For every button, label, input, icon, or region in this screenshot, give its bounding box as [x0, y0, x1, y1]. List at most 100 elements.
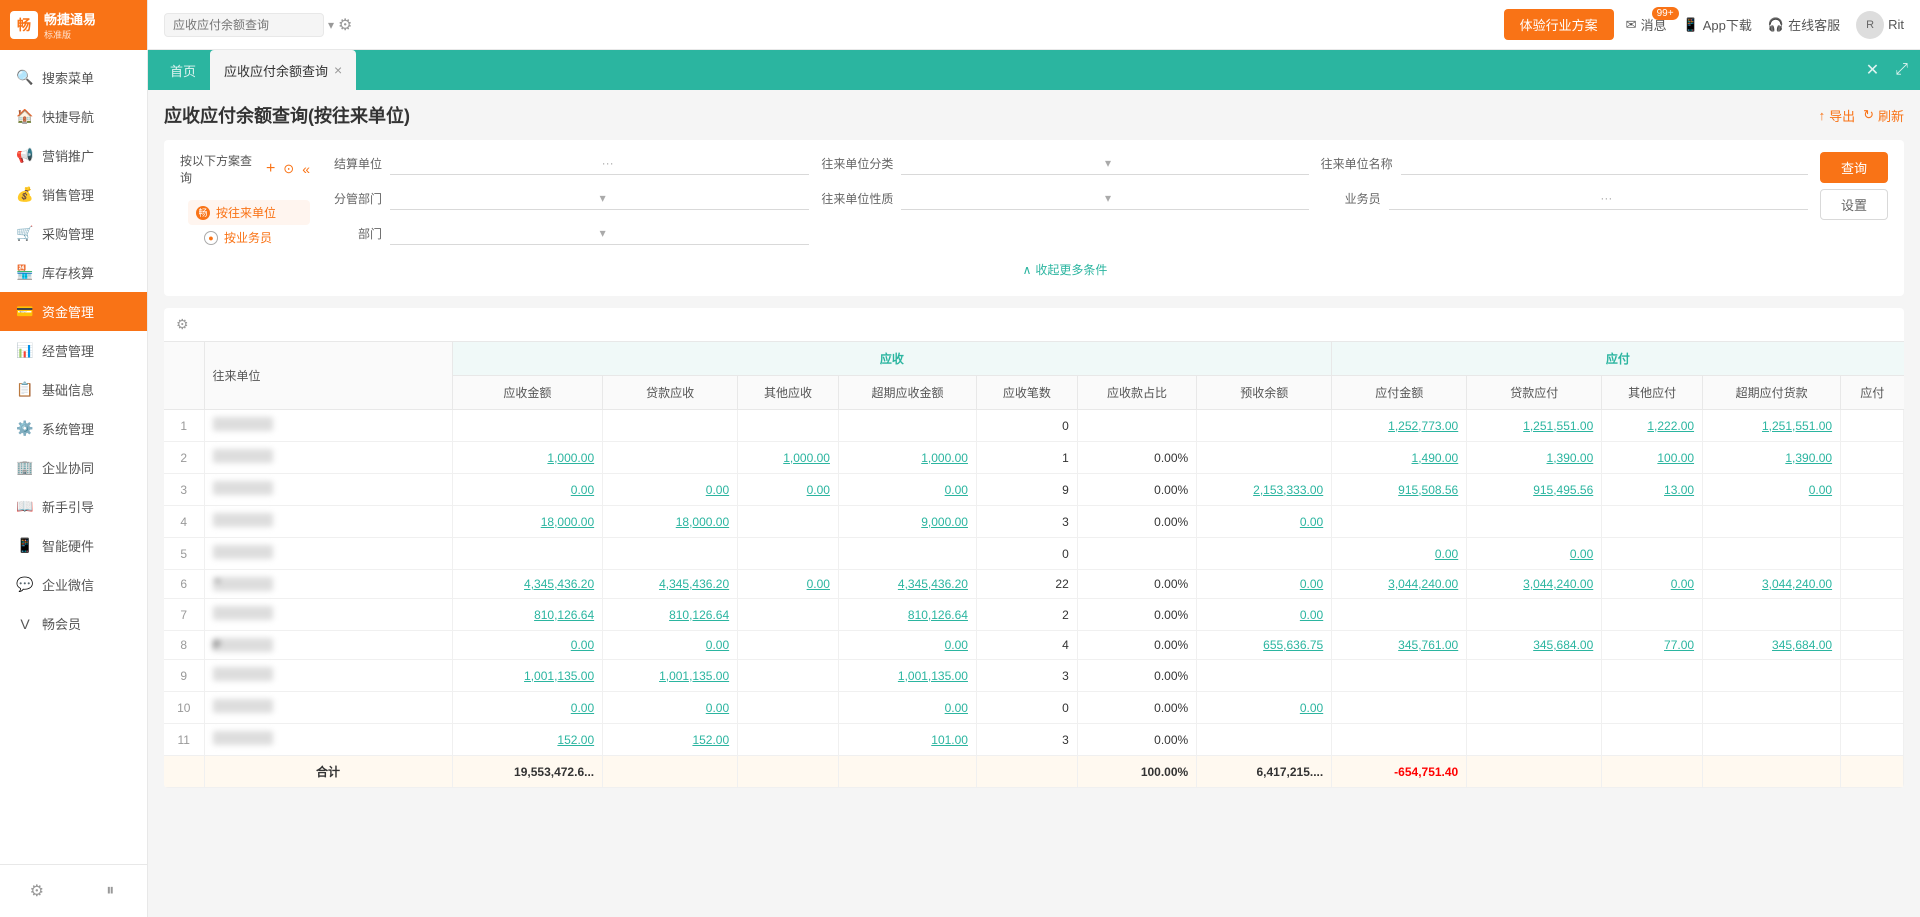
topbar-gear-icon[interactable]: ⚙ [338, 15, 352, 35]
sidebar-toggle-button[interactable]: ⏸ [74, 873, 148, 909]
table-cell-link[interactable]: 655,636.75 [1263, 638, 1323, 652]
table-cell-link[interactable]: 3,044,240.00 [1523, 577, 1593, 591]
table-cell-link[interactable]: 100.00 [1657, 451, 1694, 465]
table-cell-link[interactable]: 1,000.00 [921, 451, 968, 465]
table-cell-link[interactable]: 1,000.00 [547, 451, 594, 465]
close-window-button[interactable]: ✕ [1862, 56, 1883, 84]
table-cell-link[interactable]: 0.00 [807, 577, 830, 591]
table-cell-link[interactable]: 1,390.00 [1785, 451, 1832, 465]
table-cell-link[interactable]: 0.00 [1300, 577, 1323, 591]
table-cell-link[interactable]: 915,508.56 [1398, 483, 1458, 497]
export-button[interactable]: ↑ 导出 [1819, 106, 1856, 125]
table-cell-link[interactable]: 810,126.64 [669, 608, 729, 622]
partner-nature-select[interactable]: ▾ [901, 187, 1308, 210]
sidebar-item-search-menu[interactable]: 🔍 搜索菜单 [0, 58, 147, 97]
table-cell-link[interactable]: 1,001,135.00 [659, 669, 729, 683]
table-cell-link[interactable]: 0.00 [945, 483, 968, 497]
table-cell-link[interactable]: 4,345,436.20 [524, 577, 594, 591]
sidebar-item-inventory[interactable]: 🏪 库存核算 [0, 253, 147, 292]
tab-ar-ap-query[interactable]: 应收应付余额查询 × [210, 50, 356, 90]
table-cell-link[interactable]: 1,251,551.00 [1762, 419, 1832, 433]
table-cell-link[interactable]: 1,001,135.00 [524, 669, 594, 683]
table-cell-link[interactable]: 77.00 [1664, 638, 1694, 652]
table-cell-link[interactable]: 0.00 [945, 701, 968, 715]
sidebar-settings-button[interactable]: ⚙ [0, 873, 74, 909]
partner-category-select[interactable]: ▾ [901, 152, 1308, 175]
tab-close-icon[interactable]: × [334, 63, 342, 77]
table-cell-link[interactable]: 18,000.00 [676, 515, 729, 529]
setting-button[interactable]: 设置 [1820, 189, 1888, 220]
table-cell-link[interactable]: 345,684.00 [1772, 638, 1832, 652]
table-cell-link[interactable]: 0.00 [571, 638, 594, 652]
sidebar-item-operations[interactable]: 📊 经营管理 [0, 331, 147, 370]
table-cell-link[interactable]: 152.00 [557, 733, 594, 747]
filter-tab-salesperson[interactable]: ● 按业务员 [196, 225, 310, 250]
filter-settings-button[interactable]: ⊙ [283, 161, 294, 177]
table-cell-link[interactable]: 0.00 [1671, 577, 1694, 591]
table-cell-link[interactable]: 810,126.64 [908, 608, 968, 622]
table-cell-link[interactable]: 4,345,436.20 [898, 577, 968, 591]
table-cell-link[interactable]: 345,684.00 [1533, 638, 1593, 652]
customer-service-button[interactable]: 🎧 在线客服 [1768, 15, 1840, 34]
table-cell-link[interactable]: 13.00 [1664, 483, 1694, 497]
settlement-unit-select[interactable]: ··· [390, 152, 809, 175]
table-cell-link[interactable]: 1,252,773.00 [1388, 419, 1458, 433]
table-cell-link[interactable]: 2,153,333.00 [1253, 483, 1323, 497]
branch-dept-select[interactable]: ▾ [390, 187, 809, 210]
table-cell-link[interactable]: 0.00 [807, 483, 830, 497]
table-settings-icon[interactable]: ⚙ [176, 316, 189, 333]
table-cell-link[interactable]: 4,345,436.20 [659, 577, 729, 591]
table-cell-link[interactable]: 1,222.00 [1647, 419, 1694, 433]
sidebar-item-quick-nav[interactable]: 🏠 快捷导航 [0, 97, 147, 136]
sidebar-item-enterprise-wechat[interactable]: 💬 企业微信 [0, 565, 147, 604]
query-button[interactable]: 查询 [1820, 152, 1888, 183]
table-cell-link[interactable]: 3,044,240.00 [1388, 577, 1458, 591]
breadcrumb-input[interactable] [164, 13, 324, 37]
table-cell-link[interactable]: 810,126.64 [534, 608, 594, 622]
table-cell-link[interactable]: 9,000.00 [921, 515, 968, 529]
sidebar-item-vip[interactable]: V 畅会员 [0, 604, 147, 643]
sidebar-item-smart-hw[interactable]: 📱 智能硬件 [0, 526, 147, 565]
filter-arrows-button[interactable]: « [302, 161, 310, 177]
salesperson-select[interactable]: ··· [1389, 187, 1808, 210]
filter-tab-customer[interactable]: 畅 按往来单位 [188, 200, 310, 225]
refresh-button[interactable]: ↻ 刷新 [1863, 106, 1904, 125]
table-cell-link[interactable]: 3,044,240.00 [1762, 577, 1832, 591]
table-cell-link[interactable]: 152.00 [692, 733, 729, 747]
sidebar-item-capital[interactable]: 💳 资金管理 [0, 292, 147, 331]
table-cell-link[interactable]: 1,251,551.00 [1523, 419, 1593, 433]
expand-window-button[interactable]: ⤢ [1891, 57, 1912, 83]
app-download-button[interactable]: 📱 App下载 [1683, 15, 1752, 34]
table-cell-link[interactable]: 0.00 [1809, 483, 1832, 497]
table-cell-link[interactable]: 1,490.00 [1412, 451, 1459, 465]
dept-select[interactable]: ▾ [390, 222, 809, 245]
tab-home[interactable]: 首页 [156, 50, 210, 90]
collapse-button[interactable]: ∧ 收起更多条件 [322, 255, 1808, 284]
table-cell-link[interactable]: 101.00 [931, 733, 968, 747]
settlement-unit-dots-icon[interactable]: ··· [602, 156, 806, 170]
table-cell-link[interactable]: 0.00 [571, 483, 594, 497]
filter-add-button[interactable]: + [266, 160, 275, 178]
table-cell-link[interactable]: 0.00 [571, 701, 594, 715]
table-cell-link[interactable]: 18,000.00 [541, 515, 594, 529]
sidebar-item-marketing[interactable]: 📢 营销推广 [0, 136, 147, 175]
table-cell-link[interactable]: 0.00 [706, 483, 729, 497]
table-cell-link[interactable]: 0.00 [1300, 701, 1323, 715]
table-cell-link[interactable]: 0.00 [1300, 608, 1323, 622]
sidebar-item-system[interactable]: ⚙️ 系统管理 [0, 409, 147, 448]
partner-name-input[interactable] [1401, 152, 1808, 175]
table-cell-link[interactable]: 0.00 [1570, 547, 1593, 561]
table-cell-link[interactable]: 345,761.00 [1398, 638, 1458, 652]
sidebar-item-enterprise[interactable]: 🏢 企业协同 [0, 448, 147, 487]
table-cell-link[interactable]: 1,001,135.00 [898, 669, 968, 683]
table-cell-link[interactable]: 0.00 [706, 701, 729, 715]
sidebar-item-purchase[interactable]: 🛒 采购管理 [0, 214, 147, 253]
salesperson-dots-icon[interactable]: ··· [1600, 191, 1804, 205]
table-cell-link[interactable]: 0.00 [1300, 515, 1323, 529]
breadcrumb-chevron-icon[interactable]: ▾ [328, 18, 334, 32]
sidebar-item-guide[interactable]: 📖 新手引导 [0, 487, 147, 526]
table-cell-link[interactable]: 0.00 [1435, 547, 1458, 561]
table-cell-link[interactable]: 1,000.00 [783, 451, 830, 465]
user-avatar-button[interactable]: R Rit [1856, 11, 1904, 39]
message-button[interactable]: ✉ 消息 99+ [1626, 15, 1667, 34]
